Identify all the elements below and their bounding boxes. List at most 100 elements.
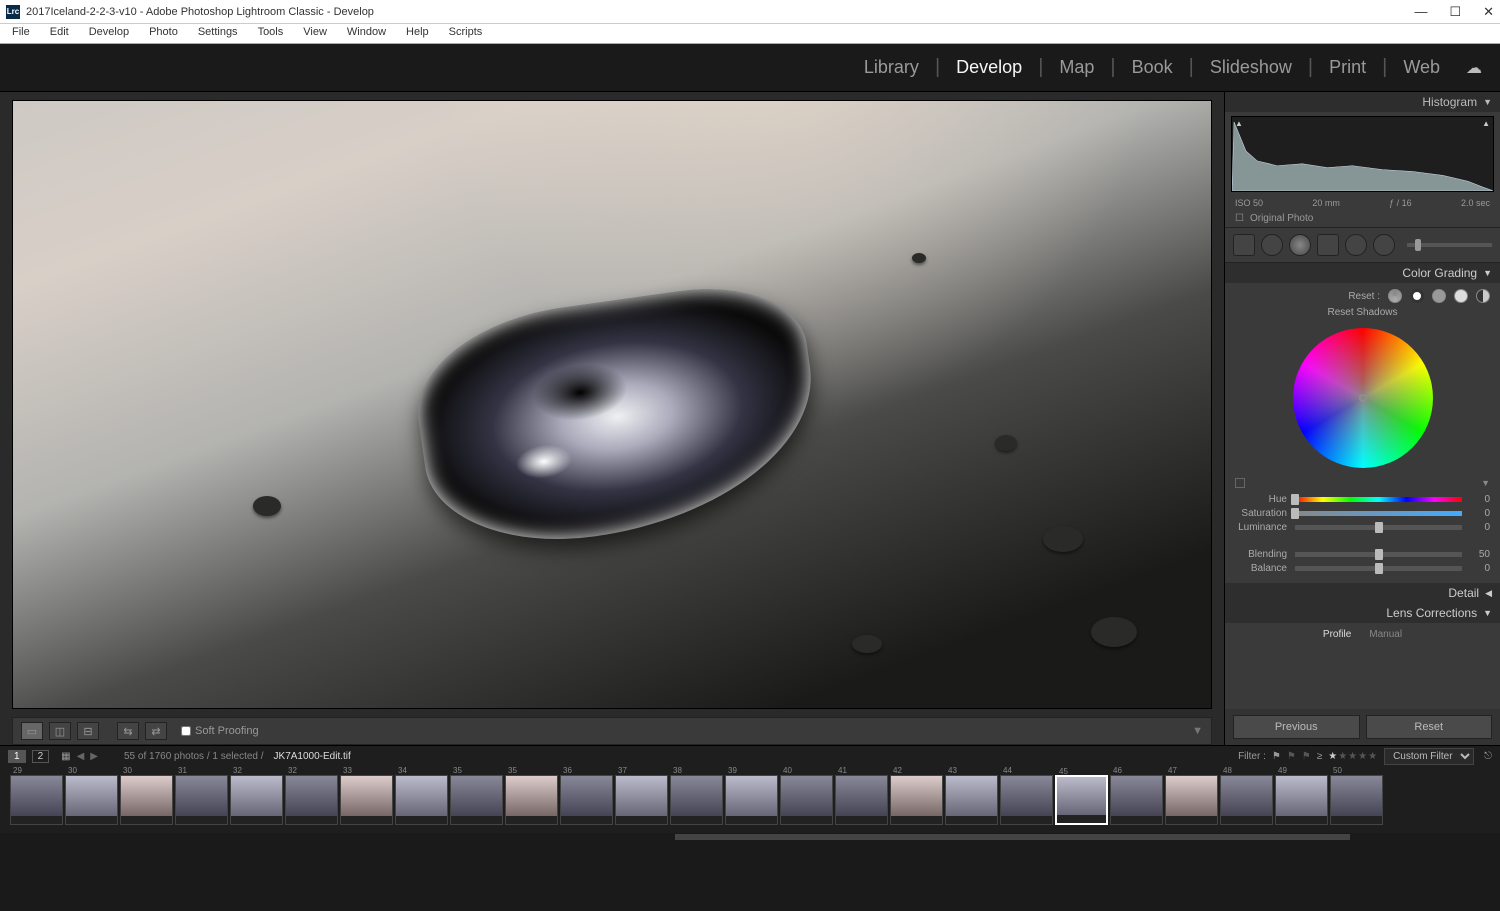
compare-copy-button[interactable]: ⇄: [145, 722, 167, 740]
color-wheel[interactable]: [1293, 328, 1433, 468]
filmstrip-thumb[interactable]: 38: [670, 775, 723, 825]
module-slideshow[interactable]: Slideshow: [1194, 57, 1308, 78]
filmstrip-thumb[interactable]: 44: [1000, 775, 1053, 825]
filter-lock-icon[interactable]: ⎋: [1484, 751, 1492, 762]
filmstrip-thumb[interactable]: 35: [505, 775, 558, 825]
filmstrip-thumb[interactable]: 36: [560, 775, 613, 825]
luminance-value[interactable]: 0: [1470, 522, 1490, 533]
main-window-button[interactable]: 1: [8, 750, 26, 763]
cg-view-3way-icon[interactable]: [1388, 289, 1402, 303]
menu-tools[interactable]: Tools: [248, 24, 294, 43]
tool-size-slider[interactable]: [1407, 243, 1492, 247]
filmstrip-thumb[interactable]: 33: [340, 775, 393, 825]
menu-photo[interactable]: Photo: [139, 24, 188, 43]
filmstrip-thumb[interactable]: 32: [285, 775, 338, 825]
filmstrip-thumb[interactable]: 46: [1110, 775, 1163, 825]
second-window-button[interactable]: 2: [32, 750, 50, 763]
filmstrip-thumb[interactable]: 32: [230, 775, 283, 825]
photo-preview[interactable]: [12, 100, 1212, 709]
saturation-value[interactable]: 0: [1470, 508, 1490, 519]
radial-filter-button[interactable]: [1345, 234, 1367, 256]
previous-button[interactable]: Previous: [1233, 715, 1360, 739]
window-maximize-button[interactable]: ☐: [1449, 4, 1461, 20]
filmstrip-thumb[interactable]: 45: [1055, 775, 1108, 825]
soft-proofing-toggle[interactable]: Soft Proofing: [181, 725, 259, 737]
histogram[interactable]: ▲ ▲: [1231, 116, 1494, 192]
filmstrip-thumb[interactable]: 39: [725, 775, 778, 825]
nav-prev-icon[interactable]: ◀: [77, 751, 85, 762]
menu-view[interactable]: View: [293, 24, 337, 43]
flag-reject-icon[interactable]: ⚑: [1287, 751, 1296, 762]
histogram-header[interactable]: Histogram ▼: [1225, 92, 1500, 112]
module-web[interactable]: Web: [1387, 57, 1456, 78]
blending-value[interactable]: 50: [1470, 549, 1490, 560]
filmstrip-thumb[interactable]: 35: [450, 775, 503, 825]
module-map[interactable]: Map: [1043, 57, 1110, 78]
spot-tool-button[interactable]: [1261, 234, 1283, 256]
compare-swap-button[interactable]: ⇆: [117, 722, 139, 740]
saturation-slider[interactable]: [1295, 511, 1462, 516]
hue-slider[interactable]: [1295, 497, 1462, 502]
lens-profile-tab[interactable]: Profile: [1323, 629, 1351, 640]
filmstrip-thumb[interactable]: 41: [835, 775, 888, 825]
filmstrip-thumb[interactable]: 49: [1275, 775, 1328, 825]
lens-corrections-header[interactable]: Lens Corrections ▼: [1225, 603, 1500, 623]
filmstrip-thumb[interactable]: 34: [395, 775, 448, 825]
color-wheel-picker[interactable]: [1359, 394, 1367, 402]
clip-shadow-icon[interactable]: ▲: [1235, 119, 1243, 128]
reset-button[interactable]: Reset: [1366, 715, 1493, 739]
filmstrip-thumb[interactable]: 42: [890, 775, 943, 825]
soft-proofing-checkbox[interactable]: [181, 726, 191, 736]
cg-highlights-button[interactable]: [1454, 289, 1468, 303]
filmstrip-thumb[interactable]: 48: [1220, 775, 1273, 825]
balance-slider[interactable]: [1295, 566, 1462, 571]
clip-highlight-icon[interactable]: ▲: [1482, 119, 1490, 128]
filmstrip-thumb[interactable]: 47: [1165, 775, 1218, 825]
rating-stars[interactable]: ★★★★★: [1328, 751, 1378, 762]
before-after-lr-button[interactable]: ◫: [49, 722, 71, 740]
detail-header[interactable]: Detail ◀: [1225, 583, 1500, 603]
toolbar-chevron-icon[interactable]: ▼: [1192, 725, 1203, 737]
brush-tool-button[interactable]: [1373, 234, 1395, 256]
redeye-tool-button[interactable]: [1289, 234, 1311, 256]
module-print[interactable]: Print: [1313, 57, 1382, 78]
filmstrip-scrollbar[interactable]: [0, 833, 1500, 841]
nav-next-icon[interactable]: ▶: [90, 751, 98, 762]
window-close-button[interactable]: ✕: [1483, 4, 1494, 20]
filmstrip-thumb[interactable]: 43: [945, 775, 998, 825]
module-book[interactable]: Book: [1116, 57, 1189, 78]
filmstrip[interactable]: 2930303132323334353536373839404142434445…: [0, 767, 1500, 833]
filmstrip-thumb[interactable]: 30: [120, 775, 173, 825]
filmstrip-thumb[interactable]: 29: [10, 775, 63, 825]
hue-value[interactable]: 0: [1470, 494, 1490, 505]
flag-pick-icon[interactable]: ⚑: [1272, 751, 1281, 762]
cg-midtones-button[interactable]: [1432, 289, 1446, 303]
original-photo-toggle[interactable]: ☐ Original Photo: [1225, 210, 1500, 228]
lens-manual-tab[interactable]: Manual: [1369, 629, 1402, 640]
swatch-icon[interactable]: [1235, 478, 1245, 488]
filmstrip-thumb[interactable]: 40: [780, 775, 833, 825]
blending-slider[interactable]: [1295, 552, 1462, 557]
cg-shadows-button[interactable]: [1410, 289, 1424, 303]
filmstrip-thumb[interactable]: 30: [65, 775, 118, 825]
module-library[interactable]: Library: [848, 57, 935, 78]
menu-help[interactable]: Help: [396, 24, 439, 43]
flag-none-icon[interactable]: ⚑: [1302, 751, 1311, 762]
before-after-tb-button[interactable]: ⊟: [77, 722, 99, 740]
chevron-down-icon[interactable]: ▼: [1481, 478, 1490, 488]
luminance-slider[interactable]: [1295, 525, 1462, 530]
filter-preset-select[interactable]: Custom Filter: [1384, 748, 1474, 765]
menu-file[interactable]: File: [2, 24, 40, 43]
menu-settings[interactable]: Settings: [188, 24, 248, 43]
filmstrip-thumb[interactable]: 37: [615, 775, 668, 825]
menu-window[interactable]: Window: [337, 24, 396, 43]
window-minimize-button[interactable]: —: [1414, 4, 1427, 20]
rating-gte-icon[interactable]: ≥: [1317, 751, 1323, 762]
grid-icon[interactable]: ▦: [61, 751, 70, 762]
color-grading-header[interactable]: Color Grading ▼: [1225, 263, 1500, 283]
module-develop[interactable]: Develop: [940, 57, 1038, 78]
menu-scripts[interactable]: Scripts: [439, 24, 493, 43]
loupe-view-button[interactable]: ▭: [21, 722, 43, 740]
menu-develop[interactable]: Develop: [79, 24, 139, 43]
filmstrip-thumb[interactable]: 50: [1330, 775, 1383, 825]
